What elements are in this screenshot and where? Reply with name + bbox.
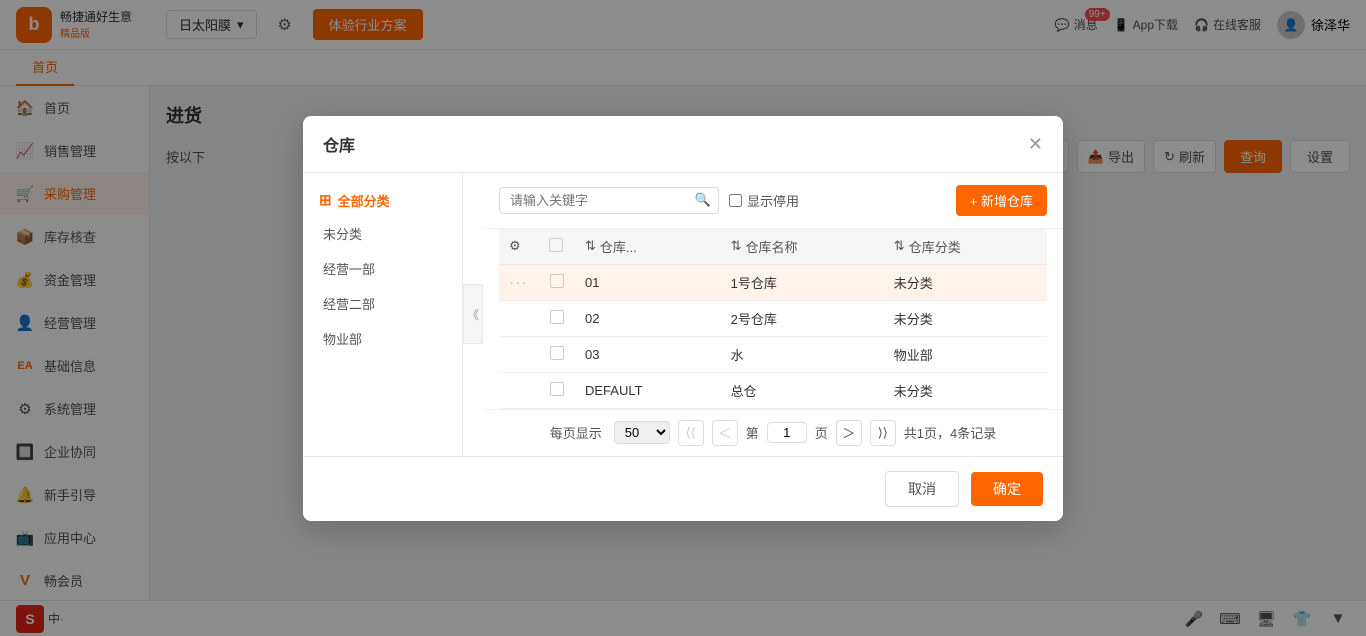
category-uncategorized[interactable]: 未分类 bbox=[303, 216, 462, 251]
warehouse-modal: 仓库 ✕ ⊞ 全部分类 未分类 经营一部 经营二部 物业部 《 bbox=[303, 116, 1063, 521]
row-name-3: 水 bbox=[721, 336, 884, 372]
modal-main: 🔍 显示停用 + 新增仓库 ⚙ bbox=[483, 173, 1063, 456]
row-category-1: 未分类 bbox=[884, 264, 1047, 300]
row-more-icon-1[interactable]: ··· bbox=[510, 275, 529, 290]
show-disabled-label: 显示停用 bbox=[729, 191, 799, 210]
grid-icon: ⊞ bbox=[319, 191, 332, 209]
row-category-4: 未分类 bbox=[884, 372, 1047, 408]
row-checkbox-4[interactable] bbox=[550, 382, 564, 396]
search-input[interactable] bbox=[499, 187, 719, 214]
page-next-button[interactable]: ＞ bbox=[836, 420, 862, 446]
show-disabled-checkbox[interactable] bbox=[729, 194, 742, 207]
th-name: ⇅ 仓库名称 bbox=[721, 229, 884, 265]
page-prev-button[interactable]: ＜ bbox=[712, 420, 738, 446]
row-name-4: 总仓 bbox=[721, 372, 884, 408]
show-disabled-text: 显示停用 bbox=[747, 191, 799, 210]
modal-title: 仓库 bbox=[323, 132, 355, 156]
row-name-2: 2号仓库 bbox=[721, 300, 884, 336]
search-wrap: 🔍 bbox=[499, 187, 719, 214]
row-id-4: DEFAULT bbox=[575, 372, 721, 408]
row-actions-3 bbox=[499, 336, 539, 372]
sort-category-icon: ⇅ bbox=[894, 238, 905, 254]
pagination: 每页显示 50 10 20 100 ⟨⟨ ＜ 第 页 ＞ ⟩⟩ 共1页，4条记录 bbox=[483, 409, 1063, 456]
row-name-1: 1号仓库 bbox=[721, 264, 884, 300]
page-size-label: 每页显示 bbox=[550, 423, 602, 442]
category-ops2[interactable]: 经营二部 bbox=[303, 286, 462, 321]
modal-close-button[interactable]: ✕ bbox=[1028, 135, 1043, 153]
modal-toolbar: 🔍 显示停用 + 新增仓库 bbox=[483, 173, 1063, 229]
category-all-header[interactable]: ⊞ 全部分类 bbox=[303, 185, 462, 216]
row-checkbox-1[interactable] bbox=[550, 274, 564, 288]
modal-sidebar: ⊞ 全部分类 未分类 经营一部 经营二部 物业部 bbox=[303, 173, 463, 456]
table-wrap: ⚙ ⇅ 仓库... bbox=[483, 229, 1063, 409]
th-code: ⇅ 仓库... bbox=[575, 229, 721, 265]
row-actions-4 bbox=[499, 372, 539, 408]
table-row[interactable]: DEFAULT 总仓 未分类 bbox=[499, 372, 1047, 408]
row-id-3: 03 bbox=[575, 336, 721, 372]
row-check-4 bbox=[539, 372, 575, 408]
page-first-button[interactable]: ⟨⟨ bbox=[678, 420, 704, 446]
page-label: 第 bbox=[746, 423, 759, 442]
page-total: 共1页，4条记录 bbox=[904, 423, 996, 442]
modal-header: 仓库 ✕ bbox=[303, 116, 1063, 173]
row-check-2 bbox=[539, 300, 575, 336]
header-checkbox[interactable] bbox=[549, 238, 563, 252]
table-row[interactable]: 03 水 物业部 bbox=[499, 336, 1047, 372]
gear-th-icon: ⚙ bbox=[509, 238, 521, 253]
row-actions-1: ··· bbox=[499, 264, 539, 300]
add-warehouse-button[interactable]: + 新增仓库 bbox=[956, 185, 1047, 216]
row-check-1 bbox=[539, 264, 575, 300]
th-settings: ⚙ bbox=[499, 229, 539, 265]
modal-body: ⊞ 全部分类 未分类 经营一部 经营二部 物业部 《 🔍 bbox=[303, 173, 1063, 456]
row-id-2: 02 bbox=[575, 300, 721, 336]
modal-overlay: 仓库 ✕ ⊞ 全部分类 未分类 经营一部 经营二部 物业部 《 bbox=[0, 0, 1366, 636]
page-last-button[interactable]: ⟩⟩ bbox=[870, 420, 896, 446]
category-ops1[interactable]: 经营一部 bbox=[303, 251, 462, 286]
cancel-button[interactable]: 取消 bbox=[885, 471, 959, 507]
th-checkbox bbox=[539, 229, 575, 265]
modal-footer: 取消 确定 bbox=[303, 456, 1063, 521]
row-checkbox-2[interactable] bbox=[550, 310, 564, 324]
category-all-label: 全部分类 bbox=[338, 191, 390, 210]
row-checkbox-3[interactable] bbox=[550, 346, 564, 360]
page-number-input[interactable] bbox=[767, 422, 807, 443]
search-icon[interactable]: 🔍 bbox=[695, 192, 711, 208]
sidebar-collapse-button[interactable]: 《 bbox=[463, 284, 483, 344]
th-category: ⇅ 仓库分类 bbox=[884, 229, 1047, 265]
table-row[interactable]: 02 2号仓库 未分类 bbox=[499, 300, 1047, 336]
warehouse-table: ⚙ ⇅ 仓库... bbox=[499, 229, 1047, 409]
category-property[interactable]: 物业部 bbox=[303, 321, 462, 356]
row-category-3: 物业部 bbox=[884, 336, 1047, 372]
row-id-1: 01 bbox=[575, 264, 721, 300]
page-unit: 页 bbox=[815, 423, 828, 442]
sort-icon: ⇅ bbox=[585, 238, 596, 254]
sort-name-icon: ⇅ bbox=[731, 238, 742, 254]
table-header-row: ⚙ ⇅ 仓库... bbox=[499, 229, 1047, 265]
page-size-select[interactable]: 50 10 20 100 bbox=[614, 421, 670, 444]
row-check-3 bbox=[539, 336, 575, 372]
confirm-button[interactable]: 确定 bbox=[971, 472, 1043, 506]
table-row[interactable]: ··· 01 1号仓库 未分类 bbox=[499, 264, 1047, 300]
row-category-2: 未分类 bbox=[884, 300, 1047, 336]
row-actions-2 bbox=[499, 300, 539, 336]
